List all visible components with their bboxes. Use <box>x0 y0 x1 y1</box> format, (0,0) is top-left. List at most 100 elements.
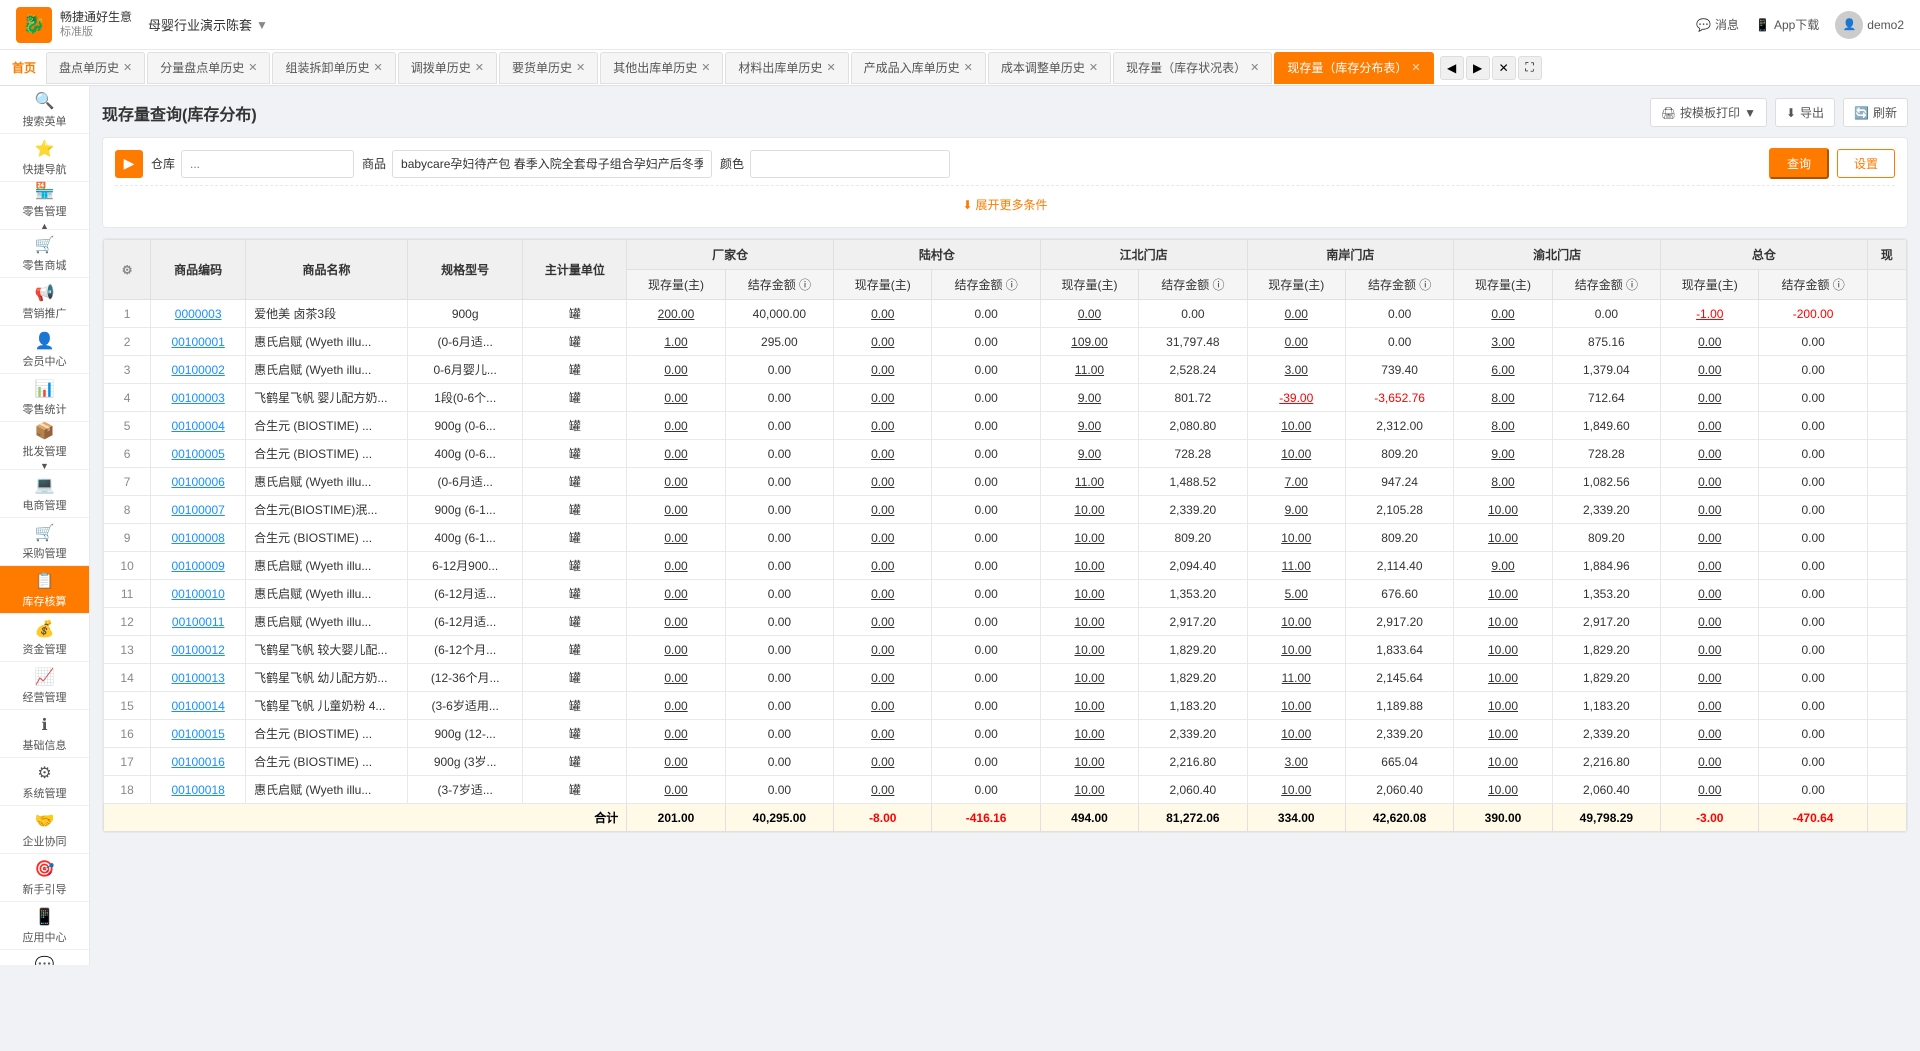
col-unit-header: 主计量单位 <box>523 240 627 300</box>
query-btn[interactable]: 查询 <box>1769 148 1829 179</box>
settings-btn[interactable]: 设置 <box>1837 149 1895 178</box>
row-jb-amt: 2,060.40 <box>1139 776 1247 804</box>
avatar-image: 👤 <box>1835 11 1863 39</box>
tab-home[interactable]: 首页 <box>4 52 44 84</box>
sidebar-item-search[interactable]: 🔍 搜索英单 <box>0 86 89 134</box>
sidebar-item-wechat[interactable]: 💬 企业微信 <box>0 950 89 965</box>
row-spec: 400g (6-1... <box>407 524 523 552</box>
operations-icon: 📈 <box>35 667 55 687</box>
row-yb-amt: 1,183.20 <box>1552 692 1660 720</box>
close-icon[interactable]: ✕ <box>826 61 835 74</box>
tab-chancheng[interactable]: 产成品入库单历史 ✕ <box>851 52 986 84</box>
tab-fenpandian[interactable]: 分量盘点单历史 ✕ <box>147 52 270 84</box>
close-icon[interactable]: ✕ <box>123 61 132 74</box>
row-extra <box>1867 412 1906 440</box>
sidebar-item-marketing[interactable]: 📢 营销推广 <box>0 278 89 326</box>
row-fj-qty: 1.00 <box>627 328 725 356</box>
close-icon[interactable]: ✕ <box>248 61 257 74</box>
tab-yaohuo[interactable]: 要货单历史 ✕ <box>499 52 598 84</box>
settings-icon[interactable]: ⚙ <box>118 261 136 279</box>
sidebar-item-purchase[interactable]: 🛒 采购管理 <box>0 518 89 566</box>
sidebar-item-shop[interactable]: 🛒 零售商城 <box>0 230 89 278</box>
col-na-qty: 现存量(主) <box>1247 270 1345 300</box>
warehouse-input[interactable] <box>181 150 354 178</box>
sidebar-item-nav[interactable]: ⭐ 快捷导航 <box>0 134 89 182</box>
tab-next-btn[interactable]: ▶ <box>1466 56 1490 80</box>
sidebar-item-base-info[interactable]: ℹ 基础信息 <box>0 710 89 758</box>
row-name: 合生元 (BIOSTIME) ... <box>246 524 408 552</box>
chevron-down-icon: ▼ <box>40 461 49 471</box>
tab-pandian[interactable]: 盘点单历史 ✕ <box>46 52 145 84</box>
close-icon[interactable]: ✕ <box>701 61 710 74</box>
row-unit: 罐 <box>523 720 627 748</box>
sidebar-item-inventory[interactable]: 📋 库存核算 <box>0 566 89 614</box>
expand-orange-btn[interactable]: ▶ <box>115 150 143 178</box>
close-icon[interactable]: ✕ <box>1089 61 1098 74</box>
sidebar-item-wholesale[interactable]: 📦 批发管理 ▼ <box>0 422 89 470</box>
sidebar-item-finance[interactable]: 💰 资金管理 <box>0 614 89 662</box>
row-code: 00100007 <box>151 496 246 524</box>
row-na-amt: 2,339.20 <box>1345 720 1453 748</box>
tab-close-all-btn[interactable]: ✕ <box>1492 56 1516 80</box>
row-name: 合生元 (BIOSTIME) ... <box>246 748 408 776</box>
sidebar-item-retail-stats[interactable]: 📊 零售统计 <box>0 374 89 422</box>
export-btn[interactable]: ⬇ 导出 <box>1775 98 1835 127</box>
sidebar-item-guide[interactable]: 🎯 新手引导 <box>0 854 89 902</box>
tab-prev-btn[interactable]: ◀ <box>1440 56 1464 80</box>
col-settings[interactable]: ⚙ <box>104 240 151 300</box>
top-right: 💬 消息 📱 App下载 👤 demo2 <box>1696 11 1904 39</box>
row-lc-amt: 0.00 <box>932 580 1040 608</box>
tab-qita[interactable]: 其他出库单历史 ✕ <box>600 52 723 84</box>
close-icon[interactable]: ✕ <box>374 61 383 74</box>
row-extra <box>1867 748 1906 776</box>
close-icon[interactable]: ✕ <box>1411 61 1420 74</box>
row-jb-qty: 9.00 <box>1040 412 1138 440</box>
sidebar-item-member[interactable]: 👤 会员中心 <box>0 326 89 374</box>
expand-conditions-btn[interactable]: ⬇ 展开更多条件 <box>954 192 1055 217</box>
sidebar-item-operations[interactable]: 📈 经营管理 <box>0 662 89 710</box>
row-jb-qty: 0.00 <box>1040 300 1138 328</box>
product-input[interactable] <box>392 150 712 178</box>
info-icon: ℹ <box>41 715 47 735</box>
row-no: 3 <box>104 356 151 384</box>
sidebar-item-system[interactable]: ⚙ 系统管理 <box>0 758 89 806</box>
user-avatar[interactable]: 👤 demo2 <box>1835 11 1904 39</box>
tab-expand-btn[interactable]: ⛶ <box>1518 56 1542 80</box>
message-btn[interactable]: 💬 消息 <box>1696 16 1739 33</box>
close-icon[interactable]: ✕ <box>576 61 585 74</box>
store-icon: 🏪 <box>35 181 55 201</box>
color-input[interactable] <box>750 150 950 178</box>
tab-cailiao[interactable]: 材料出库单历史 ✕ <box>725 52 848 84</box>
tab-kucun-status[interactable]: 现存量（库存状况表） ✕ <box>1113 52 1272 84</box>
row-extra <box>1867 524 1906 552</box>
sidebar-item-retail[interactable]: 🏪 零售管理 ▲ <box>0 182 89 230</box>
refresh-btn[interactable]: 🔄 刷新 <box>1843 98 1908 127</box>
sidebar-item-app-center[interactable]: 📱 应用中心 <box>0 902 89 950</box>
row-no: 10 <box>104 552 151 580</box>
table-row: 17 00100016 合生元 (BIOSTIME) ... 900g (3岁.… <box>104 748 1907 776</box>
sidebar-item-ecommerce[interactable]: 💻 电商管理 <box>0 470 89 518</box>
close-icon[interactable]: ✕ <box>964 61 973 74</box>
row-unit: 罐 <box>523 384 627 412</box>
inventory-table: ⚙ 商品编码 商品名称 规格型号 主计量单位 厂家仓 陆村仓 江北门店 南岸门店… <box>103 239 1907 832</box>
row-yb-amt: 2,216.80 <box>1552 748 1660 776</box>
row-fj-amt: 0.00 <box>725 552 833 580</box>
tab-zuzhang[interactable]: 组装拆卸单历史 ✕ <box>272 52 395 84</box>
row-zc-amt: 0.00 <box>1759 384 1867 412</box>
chevron-down-icon: ▼ <box>1744 106 1756 120</box>
sidebar-item-corp[interactable]: 🤝 企业协同 <box>0 806 89 854</box>
close-icon[interactable]: ✕ <box>475 61 484 74</box>
row-spec: 900g (3岁... <box>407 748 523 776</box>
row-lc-qty: 0.00 <box>834 748 932 776</box>
app-download-btn[interactable]: 📱 App下载 <box>1755 16 1819 33</box>
row-zc-amt: 0.00 <box>1759 776 1867 804</box>
tab-kucun-dist[interactable]: 现存量（库存分布表） ✕ <box>1274 52 1433 84</box>
tab-diaobo[interactable]: 调拨单历史 ✕ <box>398 52 497 84</box>
row-fj-qty: 0.00 <box>627 552 725 580</box>
close-icon[interactable]: ✕ <box>1250 61 1259 74</box>
row-lc-qty: 0.00 <box>834 552 932 580</box>
org-dropdown[interactable]: 母婴行业演示陈套 ▼ <box>148 15 268 34</box>
tab-chengben[interactable]: 成本调整单历史 ✕ <box>988 52 1111 84</box>
row-code: 00100013 <box>151 664 246 692</box>
print-btn[interactable]: 🖨 按模板打印 ▼ <box>1650 98 1767 127</box>
